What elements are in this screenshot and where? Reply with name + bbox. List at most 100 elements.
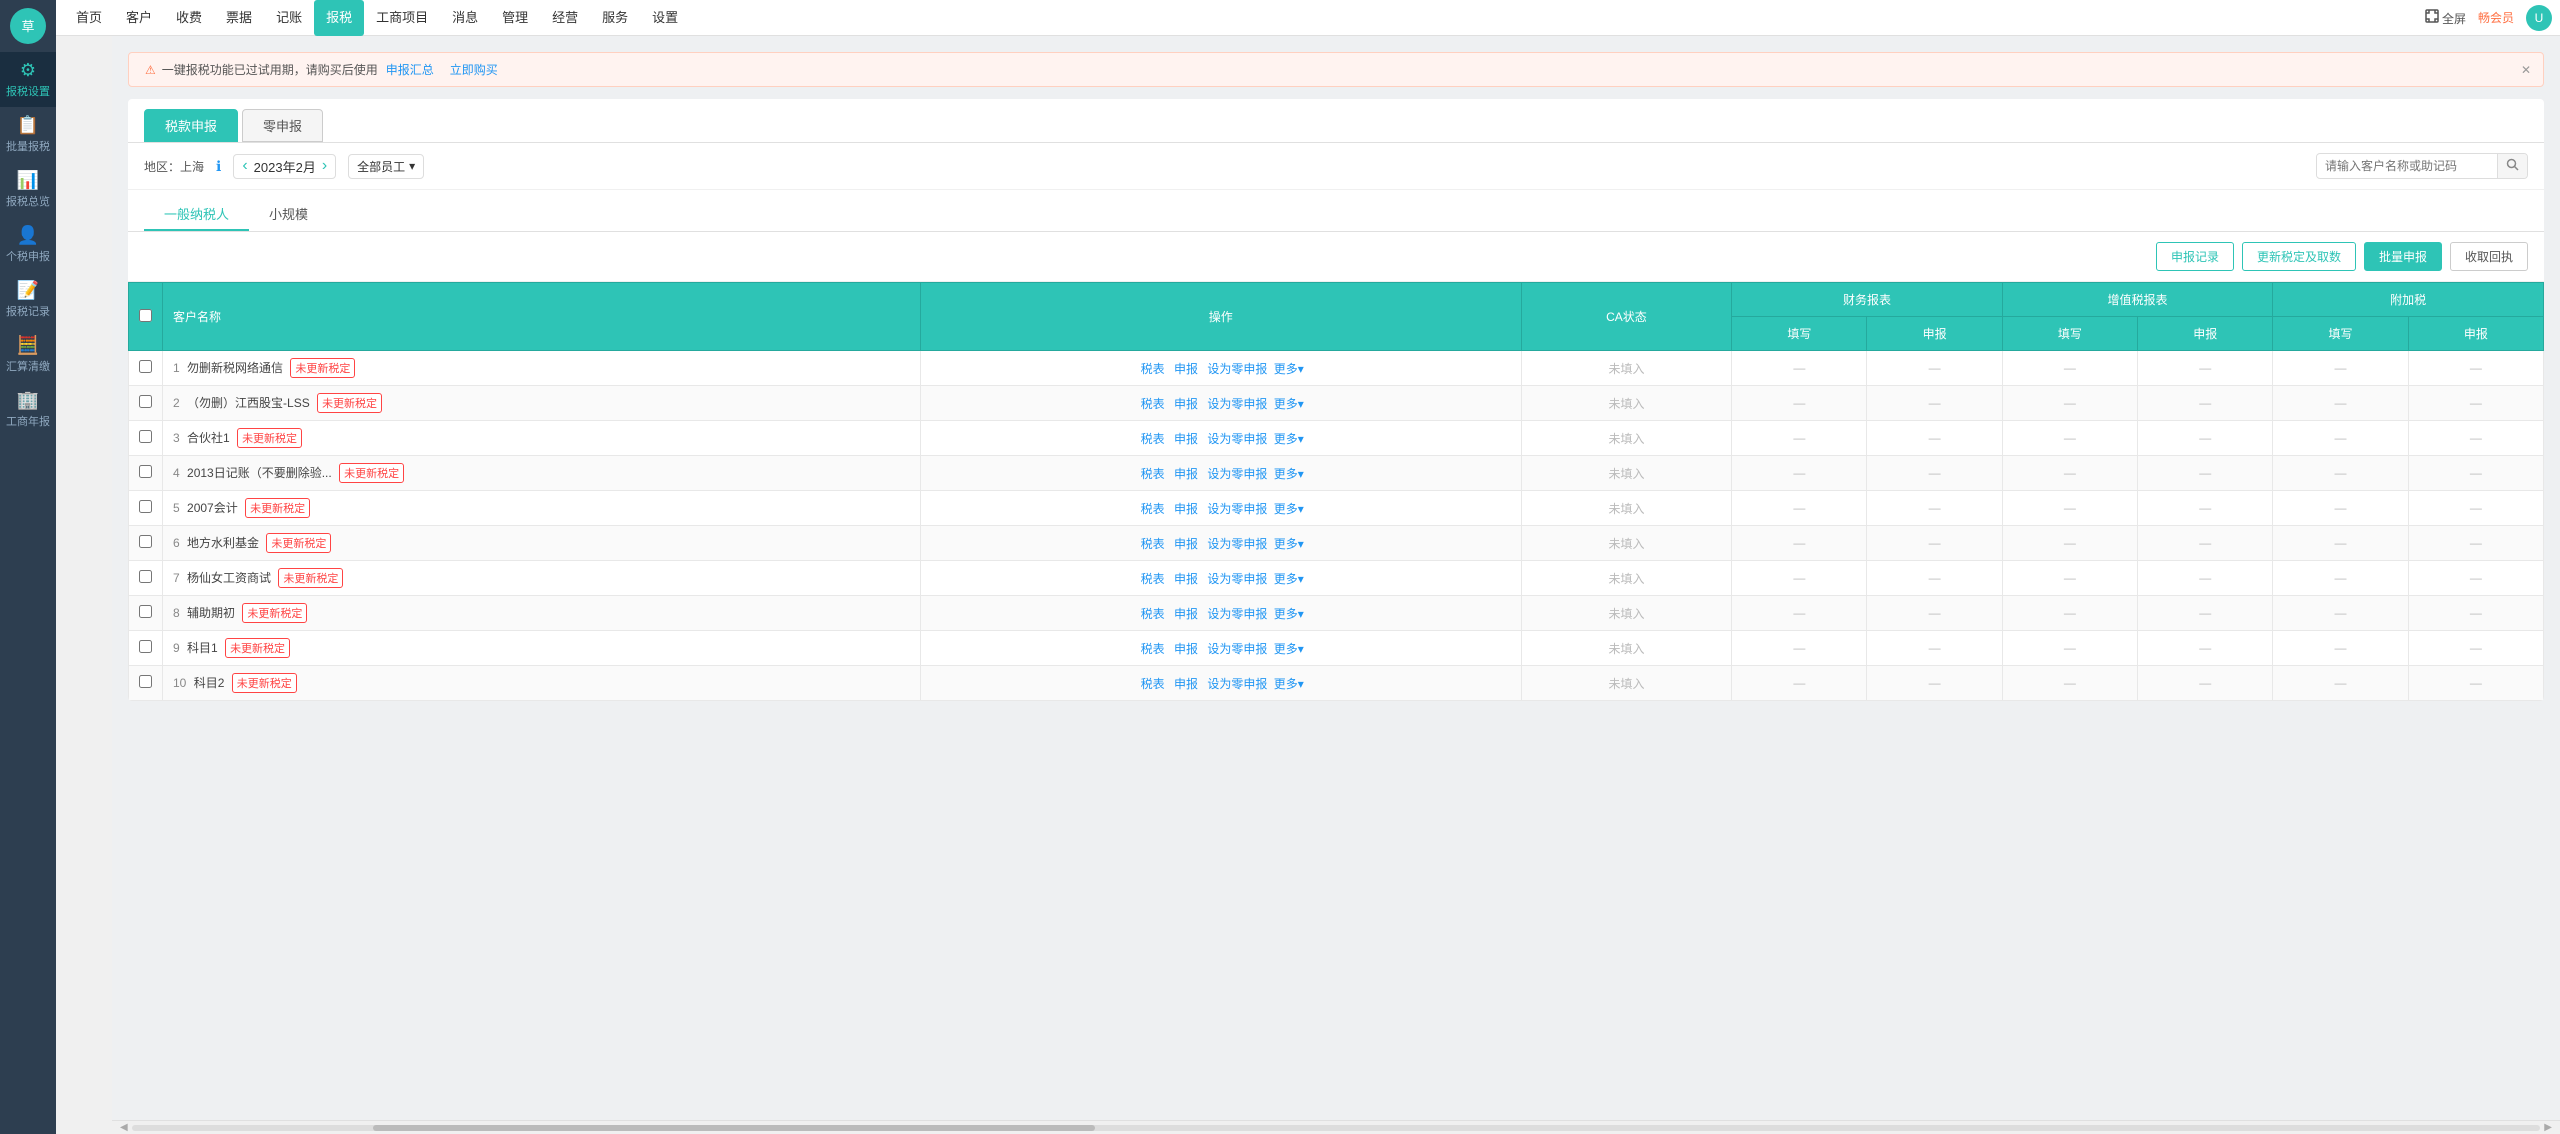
row-op-shuibiao-8[interactable]: 税表 (1141, 642, 1165, 656)
row-op-more-9[interactable]: 更多▾ (1274, 675, 1304, 692)
row-op-shuibiao-9[interactable]: 税表 (1141, 677, 1165, 691)
row-op-shenbao-8[interactable]: 申报 (1174, 642, 1198, 656)
nav-home[interactable]: 首页 (64, 0, 114, 36)
row-no-name-5: 6 地方水利基金 未更新税定 (163, 526, 921, 561)
row-op-more-4[interactable]: 更多▾ (1274, 500, 1304, 517)
row-op-ling-9[interactable]: 设为零申报 (1207, 677, 1267, 691)
banner-link-summary[interactable]: 申报汇总 (386, 61, 434, 78)
dept-selector[interactable]: 全部员工 ▾ (348, 154, 424, 179)
gengxinshuiding-button[interactable]: 更新税定及取数 (2242, 242, 2356, 271)
row-op-shuibiao-6[interactable]: 税表 (1141, 572, 1165, 586)
row-op-shuibiao-5[interactable]: 税表 (1141, 537, 1165, 551)
date-next-arrow[interactable]: › (322, 157, 327, 175)
scroll-left-arrow[interactable]: ◀ (116, 1122, 132, 1133)
select-all-checkbox[interactable] (139, 309, 152, 322)
row-op-shenbao-0[interactable]: 申报 (1174, 362, 1198, 376)
row-ops-1: 税表 申报 设为零申报 更多▾ (920, 386, 1521, 421)
scrollbar-track[interactable] (132, 1125, 2541, 1131)
row-checkbox-2[interactable] (139, 430, 152, 443)
row-op-shenbao-6[interactable]: 申报 (1174, 572, 1198, 586)
nav-industrial[interactable]: 工商项目 (364, 0, 440, 36)
row-checkbox-0[interactable] (139, 360, 152, 373)
sidebar-item-geren-shenbao[interactable]: 👤 个税申报 (0, 217, 56, 272)
row-op-shuibiao-4[interactable]: 税表 (1141, 502, 1165, 516)
row-checkbox-7[interactable] (139, 605, 152, 618)
nav-bookkeeping[interactable]: 记账 (264, 0, 314, 36)
member-btn[interactable]: 畅会员 (2478, 9, 2514, 26)
nav-manage[interactable]: 管理 (490, 0, 540, 36)
row-op-ling-7[interactable]: 设为零申报 (1207, 607, 1267, 621)
row-op-ling-0[interactable]: 设为零申报 (1207, 362, 1267, 376)
row-op-more-3[interactable]: 更多▾ (1274, 465, 1304, 482)
row-op-more-2[interactable]: 更多▾ (1274, 430, 1304, 447)
search-button[interactable] (2497, 154, 2527, 178)
row-zz1-2: — (2002, 421, 2137, 456)
tab-ling-shenbao[interactable]: 零申报 (242, 109, 323, 142)
nav-client[interactable]: 客户 (114, 0, 164, 36)
row-op-ling-3[interactable]: 设为零申报 (1207, 467, 1267, 481)
row-checkbox-6[interactable] (139, 570, 152, 583)
sidebar-item-baoshui-zonglan[interactable]: 📊 报税总览 (0, 162, 56, 217)
row-op-ling-8[interactable]: 设为零申报 (1207, 642, 1267, 656)
date-prev-arrow[interactable]: ‹ (242, 157, 247, 175)
search-input[interactable] (2317, 155, 2497, 177)
row-op-ling-6[interactable]: 设为零申报 (1207, 572, 1267, 586)
nav-message[interactable]: 消息 (440, 0, 490, 36)
row-op-more-0[interactable]: 更多▾ (1274, 360, 1304, 377)
row-checkbox-8[interactable] (139, 640, 152, 653)
row-op-shenbao-1[interactable]: 申报 (1174, 397, 1198, 411)
sidebar-item-gongshang-nianbao[interactable]: 🏢 工商年报 (0, 382, 56, 437)
scroll-right-arrow[interactable]: ▶ (2540, 1122, 2556, 1133)
row-checkbox-9[interactable] (139, 675, 152, 688)
banner-close[interactable]: ✕ (2521, 63, 2531, 77)
row-op-shenbao-4[interactable]: 申报 (1174, 502, 1198, 516)
tab-xiaogui-mo[interactable]: 小规模 (249, 198, 328, 231)
nav-tax[interactable]: 报税 (314, 0, 364, 36)
nav-invoice[interactable]: 票据 (214, 0, 264, 36)
sidebar-item-jisuan-qingshu[interactable]: 🧮 汇算清缴 (0, 327, 56, 382)
app-logo[interactable]: 草 (10, 8, 46, 44)
scrollbar-thumb[interactable] (373, 1125, 1096, 1131)
row-op-shuibiao-3[interactable]: 税表 (1141, 467, 1165, 481)
row-op-shenbao-2[interactable]: 申报 (1174, 432, 1198, 446)
row-op-more-6[interactable]: 更多▾ (1274, 570, 1304, 587)
row-op-shenbao-5[interactable]: 申报 (1174, 537, 1198, 551)
row-checkbox-5[interactable] (139, 535, 152, 548)
sidebar-item-baoshui-shezhi[interactable]: ⚙ 报税设置 (0, 52, 56, 107)
row-op-shuibiao-2[interactable]: 税表 (1141, 432, 1165, 446)
row-checkbox-1[interactable] (139, 395, 152, 408)
fullscreen-btn[interactable]: 全屏 (2425, 9, 2466, 27)
horizontal-scrollbar[interactable]: ◀ ▶ (112, 1120, 2560, 1134)
banner-link-buy[interactable]: 立即购买 (450, 61, 498, 78)
tab-yiban-nashui[interactable]: 一般纳税人 (144, 198, 249, 231)
row-op-more-1[interactable]: 更多▾ (1274, 395, 1304, 412)
sidebar-item-piliang-baoshui[interactable]: 📋 批量报税 (0, 107, 56, 162)
sidebar-item-baoshui-jilu[interactable]: 📝 报税记录 (0, 272, 56, 327)
row-op-shuibiao-1[interactable]: 税表 (1141, 397, 1165, 411)
row-op-shuibiao-7[interactable]: 税表 (1141, 607, 1165, 621)
row-checkbox-3[interactable] (139, 465, 152, 478)
main-content: ⚠ 一键报税功能已过试用期，请购买后使用 申报汇总 立即购买 ✕ 税款申报 零申… (112, 36, 2560, 1134)
user-avatar[interactable]: U (2526, 5, 2552, 31)
row-cw2-1: — (1867, 386, 2002, 421)
row-op-more-7[interactable]: 更多▾ (1274, 605, 1304, 622)
shenbaojilu-button[interactable]: 申报记录 (2156, 242, 2234, 271)
nav-service[interactable]: 服务 (590, 0, 640, 36)
row-op-shuibiao-0[interactable]: 税表 (1141, 362, 1165, 376)
row-op-ling-2[interactable]: 设为零申报 (1207, 432, 1267, 446)
row-op-ling-1[interactable]: 设为零申报 (1207, 397, 1267, 411)
nav-business[interactable]: 经营 (540, 0, 590, 36)
row-checkbox-4[interactable] (139, 500, 152, 513)
row-op-ling-4[interactable]: 设为零申报 (1207, 502, 1267, 516)
nav-fee[interactable]: 收费 (164, 0, 214, 36)
piliang-shenbao-button[interactable]: 批量申报 (2364, 242, 2442, 271)
nav-settings[interactable]: 设置 (640, 0, 690, 36)
row-op-more-5[interactable]: 更多▾ (1274, 535, 1304, 552)
row-op-shenbao-7[interactable]: 申报 (1174, 607, 1198, 621)
row-op-shenbao-3[interactable]: 申报 (1174, 467, 1198, 481)
row-op-shenbao-9[interactable]: 申报 (1174, 677, 1198, 691)
tab-shuikuan-shenbao[interactable]: 税款申报 (144, 109, 238, 142)
shouguhuitui-button[interactable]: 收取回执 (2450, 242, 2528, 271)
row-op-more-8[interactable]: 更多▾ (1274, 640, 1304, 657)
row-op-ling-5[interactable]: 设为零申报 (1207, 537, 1267, 551)
